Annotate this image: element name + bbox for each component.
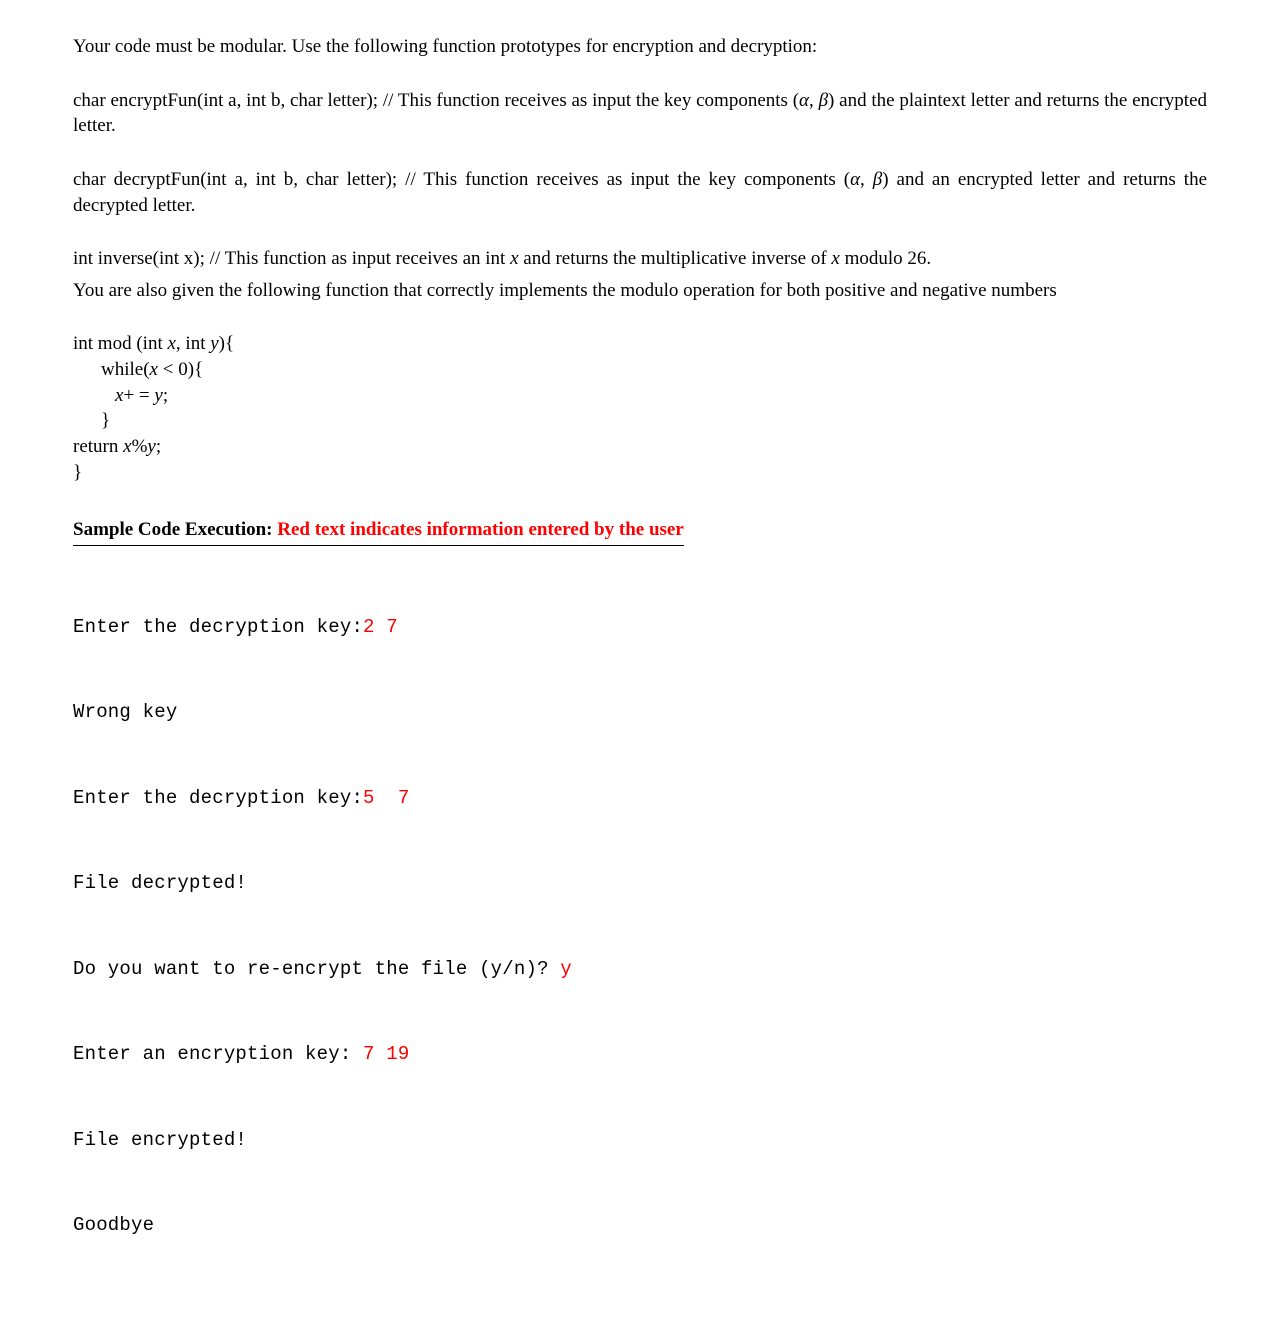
symbol-y: y <box>210 333 218 354</box>
text: int mod (int <box>73 333 167 354</box>
text: , <box>809 90 819 111</box>
text: ; <box>163 385 168 406</box>
text: int inverse(int x); // This function as … <box>73 248 510 269</box>
sample-execution-block: Enter the decryption key:2 7 Wrong key E… <box>73 556 1207 1297</box>
code-line: return x%y; <box>73 434 1207 460</box>
exec-line: Enter an encryption key: 7 19 <box>73 1040 1207 1069</box>
header-black: Sample Code Execution: <box>73 519 277 540</box>
underline: Sample Code Execution: Red text indicate… <box>73 517 684 546</box>
symbol-beta: β <box>819 90 828 111</box>
text: ){ <box>219 333 234 354</box>
prototype-encrypt: char encryptFun(int a, int b, char lette… <box>73 88 1207 139</box>
symbol-x: x <box>150 359 158 380</box>
code-line: x+ = y; <box>73 383 1207 409</box>
text: return <box>73 436 123 457</box>
header-red: Red text indicates information entered b… <box>277 519 684 540</box>
text: < 0){ <box>158 359 203 380</box>
text: char decryptFun(int a, int b, char lette… <box>73 169 850 190</box>
exec-line: Enter the decryption key:5 7 <box>73 784 1207 813</box>
text: while( <box>101 359 150 380</box>
user-input: 2 7 <box>363 616 398 638</box>
exec-line: Wrong key <box>73 698 1207 727</box>
prototype-decrypt: char decryptFun(int a, int b, char lette… <box>73 167 1207 218</box>
prompt-text: Enter the decryption key: <box>73 616 363 638</box>
code-line: } <box>73 408 1207 434</box>
code-line: while(x < 0){ <box>73 357 1207 383</box>
symbol-x: x <box>831 248 839 269</box>
symbol-beta: β <box>873 169 882 190</box>
mod-note: You are also given the following functio… <box>73 278 1207 304</box>
text: and returns the multiplicative inverse o… <box>519 248 832 269</box>
sample-execution-header: Sample Code Execution: Red text indicate… <box>73 513 1207 546</box>
exec-line: Goodbye <box>73 1211 1207 1240</box>
text: + = <box>123 385 154 406</box>
symbol-alpha: α <box>850 169 860 190</box>
prompt-text: Do you want to re-encrypt the file (y/n)… <box>73 958 560 980</box>
text: , <box>860 169 873 190</box>
symbol-x: x <box>510 248 518 269</box>
text: modulo 26. <box>840 248 931 269</box>
prototype-inverse: int inverse(int x); // This function as … <box>73 246 1207 272</box>
exec-line: File decrypted! <box>73 869 1207 898</box>
user-input: y <box>560 958 572 980</box>
text: , int <box>176 333 210 354</box>
symbol-x: x <box>123 436 131 457</box>
text: % <box>132 436 148 457</box>
symbol-y: y <box>154 385 162 406</box>
prompt-text: Enter an encryption key: <box>73 1043 363 1065</box>
symbol-alpha: α <box>799 90 809 111</box>
text: ; <box>156 436 161 457</box>
code-line: int mod (int x, int y){ <box>73 331 1207 357</box>
page-container: Your code must be modular. Use the follo… <box>0 0 1280 1337</box>
text: char encryptFun(int a, int b, char lette… <box>73 90 799 111</box>
code-line: } <box>73 460 1207 486</box>
mod-function-code: int mod (int x, int y){ while(x < 0){ x+… <box>73 331 1207 485</box>
exec-line: File encrypted! <box>73 1126 1207 1155</box>
user-input: 7 19 <box>363 1043 409 1065</box>
intro-paragraph: Your code must be modular. Use the follo… <box>73 34 1207 60</box>
prompt-text: Enter the decryption key: <box>73 787 363 809</box>
symbol-x: x <box>167 333 175 354</box>
symbol-y: y <box>147 436 155 457</box>
user-input: 5 7 <box>363 787 409 809</box>
exec-line: Do you want to re-encrypt the file (y/n)… <box>73 955 1207 984</box>
exec-line: Enter the decryption key:2 7 <box>73 613 1207 642</box>
